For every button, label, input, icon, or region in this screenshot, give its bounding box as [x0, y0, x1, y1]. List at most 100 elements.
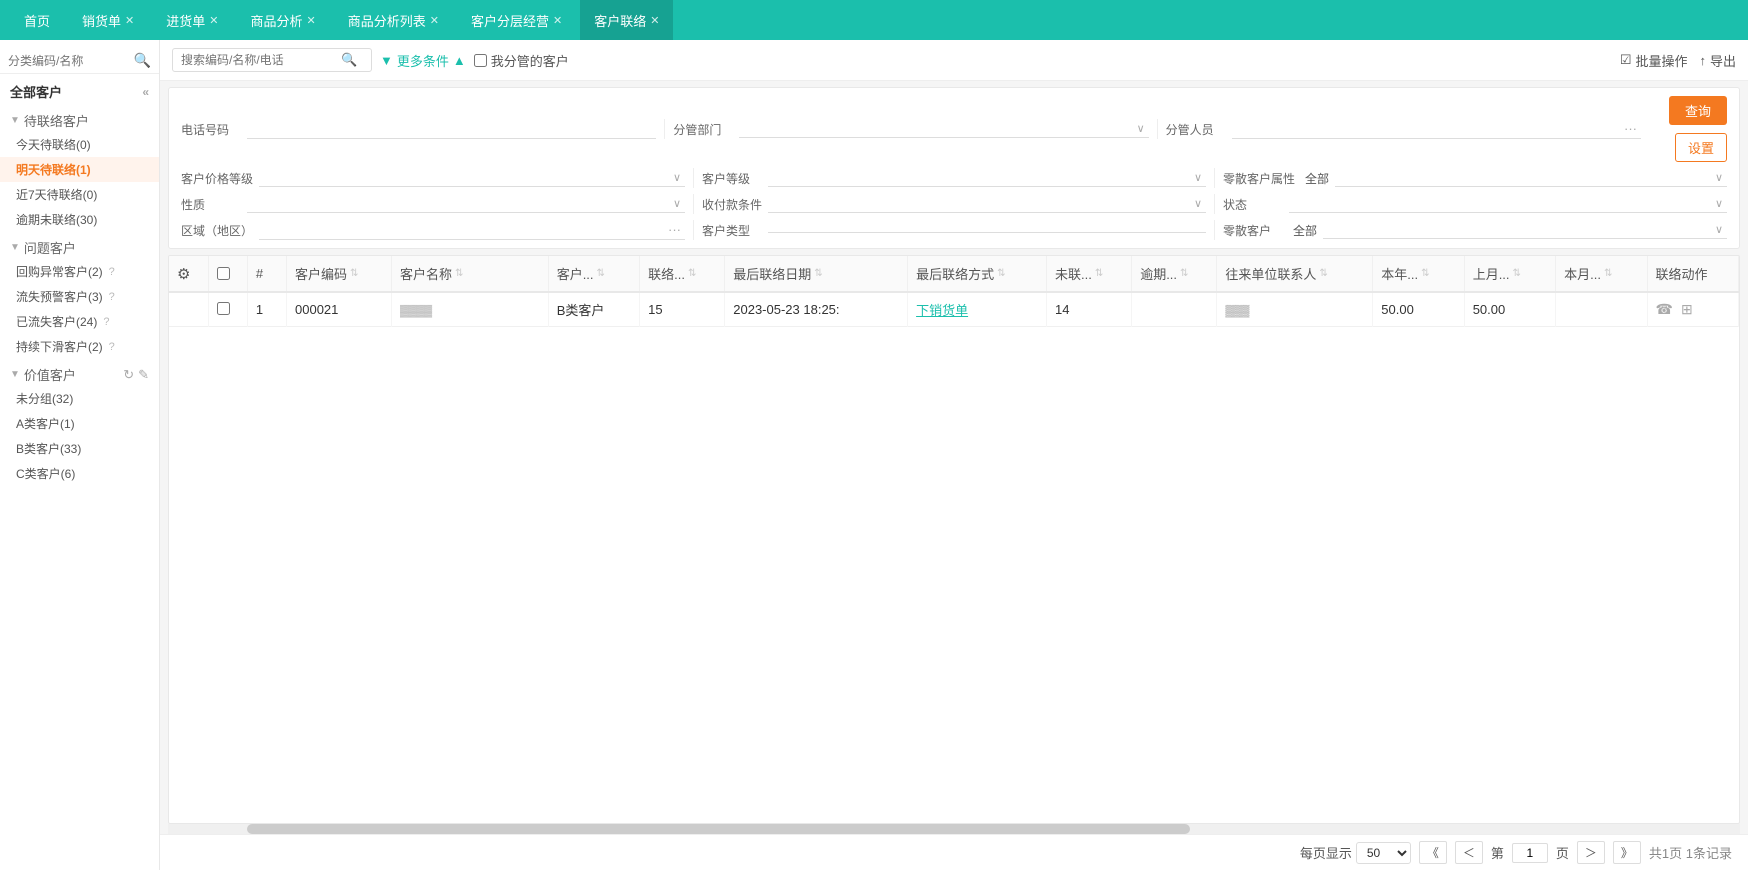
sidebar-item-churn-warning[interactable]: 流失预警客户(3) ?: [0, 284, 159, 309]
edit-icon[interactable]: ✎: [138, 367, 149, 383]
sidebar-item-declining[interactable]: 持续下滑客户(2) ?: [0, 334, 159, 359]
prev-page-btn[interactable]: ＜: [1455, 841, 1483, 864]
sort-contacts-icon[interactable]: ⇅: [688, 268, 696, 279]
col-name[interactable]: 客户名称 ⇅: [392, 256, 549, 292]
table-header-checkbox[interactable]: [217, 267, 230, 280]
filter-phone-input[interactable]: [247, 120, 656, 139]
sort-last-method-icon[interactable]: ⇅: [997, 268, 1005, 279]
page-size-wrap: 每页显示 50 100 200: [1300, 842, 1411, 864]
nav-sales[interactable]: 销货单 ✕: [68, 0, 148, 40]
table-header-row: ⚙ # 客户编码 ⇅ 客户名称 ⇅ 客户... ⇅: [169, 256, 1739, 292]
nav-analysis-list-close[interactable]: ✕: [430, 14, 439, 27]
my-customers-checkbox-wrap[interactable]: 我分管的客户: [474, 51, 569, 70]
col-settings[interactable]: ⚙: [169, 256, 208, 292]
cell-type: B类客户: [548, 292, 639, 327]
sidebar-all-customers[interactable]: 全部客户 «: [0, 78, 159, 105]
filter-dept-select[interactable]: ∨: [739, 120, 1148, 138]
sidebar-search-icon[interactable]: 🔍: [134, 52, 151, 69]
sort-code-icon[interactable]: ⇅: [350, 268, 358, 279]
filter-status-label: 状态: [1223, 196, 1283, 213]
more-conditions-btn[interactable]: ▼ 更多条件 ▲: [380, 51, 466, 70]
col-uncontacted[interactable]: 未联... ⇅: [1047, 256, 1132, 292]
page-input[interactable]: [1512, 843, 1548, 863]
sidebar-item-7days[interactable]: 近7天待联络(0): [0, 182, 159, 207]
col-this-year[interactable]: 本年... ⇅: [1373, 256, 1464, 292]
settings-button[interactable]: 设置: [1675, 133, 1727, 162]
nav-customer-contact[interactable]: 客户联络 ✕: [580, 0, 673, 40]
query-button[interactable]: 查询: [1669, 96, 1727, 125]
search-input[interactable]: [181, 53, 341, 67]
sort-type-icon[interactable]: ⇅: [597, 268, 605, 279]
sort-overdue-icon[interactable]: ⇅: [1180, 268, 1188, 279]
nav-analysis[interactable]: 商品分析 ✕: [236, 0, 329, 40]
sidebar-item-class-a[interactable]: A类客户(1): [0, 411, 159, 436]
col-contacts[interactable]: 联络... ⇅: [640, 256, 725, 292]
filter-price-level-select[interactable]: ∨: [259, 169, 685, 187]
col-last-date[interactable]: 最后联络日期 ⇅: [725, 256, 908, 292]
nav-customer-tier[interactable]: 客户分层经营 ✕: [457, 0, 576, 40]
col-type[interactable]: 客户... ⇅: [548, 256, 639, 292]
phone-action-icon[interactable]: ☎: [1656, 301, 1673, 318]
export-btn[interactable]: ↑ 导出: [1699, 51, 1736, 70]
table-scroll-bar[interactable]: [168, 824, 1740, 834]
refresh-icon[interactable]: ↻: [123, 367, 134, 383]
sidebar-item-ungrouped[interactable]: 未分组(32): [0, 386, 159, 411]
sort-last-date-icon[interactable]: ⇅: [814, 268, 822, 279]
sort-this-year-icon[interactable]: ⇅: [1421, 268, 1429, 279]
sidebar-item-overdue[interactable]: 逾期未联络(30): [0, 207, 159, 232]
page-size-select[interactable]: 50 100 200: [1356, 842, 1411, 864]
sidebar-item-class-c[interactable]: C类客户(6): [0, 461, 159, 486]
sort-last-month-icon[interactable]: ⇅: [1513, 268, 1521, 279]
row-checkbox[interactable]: [217, 302, 230, 315]
table-settings-gear-icon[interactable]: ⚙: [177, 265, 190, 283]
my-customers-checkbox[interactable]: [474, 54, 487, 67]
nav-home[interactable]: 首页: [10, 0, 64, 40]
filter-retail-customer-select[interactable]: ∨: [1323, 221, 1727, 239]
nav-purchase[interactable]: 进货单 ✕: [152, 0, 232, 40]
col-contacts-person[interactable]: 往来单位联系人 ⇅: [1217, 256, 1373, 292]
per-page-label: 每页显示: [1300, 843, 1352, 862]
nav-sales-close[interactable]: ✕: [125, 14, 134, 27]
last-page-btn[interactable]: 》: [1613, 841, 1641, 864]
col-last-month[interactable]: 上月... ⇅: [1464, 256, 1555, 292]
grid-action-icon[interactable]: ⊞: [1681, 301, 1693, 318]
sort-contacts-person-icon[interactable]: ⇅: [1319, 268, 1327, 279]
filter-actions: 查询 设置: [1661, 96, 1727, 162]
sidebar-group-problem[interactable]: ▼ 问题客户: [0, 232, 159, 259]
batch-action-btn[interactable]: ☑ 批量操作: [1620, 51, 1688, 70]
filter-manager-select[interactable]: ···: [1232, 119, 1641, 139]
sidebar-item-class-b[interactable]: B类客户(33): [0, 436, 159, 461]
col-overdue[interactable]: 逾期... ⇅: [1132, 256, 1217, 292]
cell-this-year: 50.00: [1373, 292, 1464, 327]
col-last-method[interactable]: 最后联络方式 ⇅: [908, 256, 1047, 292]
filter-region-select[interactable]: ···: [259, 220, 685, 240]
filter-payment-select[interactable]: ∨: [768, 195, 1206, 213]
search-icon[interactable]: 🔍: [341, 52, 357, 68]
next-page-btn[interactable]: ＞: [1577, 841, 1605, 864]
filter-retail-attr-select[interactable]: ∨: [1335, 169, 1727, 187]
sort-uncontacted-icon[interactable]: ⇅: [1095, 268, 1103, 279]
sort-name-icon[interactable]: ⇅: [455, 268, 463, 279]
filter-nature-select[interactable]: ∨: [247, 195, 685, 213]
nav-analysis-list[interactable]: 商品分析列表 ✕: [334, 0, 453, 40]
nav-customer-contact-close[interactable]: ✕: [650, 14, 659, 27]
cell-action: ☎ ⊞: [1647, 292, 1739, 327]
sidebar-item-today[interactable]: 今天待联络(0): [0, 132, 159, 157]
last-method-link[interactable]: 下销货单: [916, 303, 968, 318]
sidebar-search-input[interactable]: [8, 54, 134, 68]
filter-customer-type-select[interactable]: [768, 228, 1206, 233]
filter-status-select[interactable]: ∨: [1289, 195, 1727, 213]
first-page-btn[interactable]: 《: [1419, 841, 1447, 864]
sort-this-month-icon[interactable]: ⇅: [1604, 268, 1612, 279]
sidebar-item-repurchase-abnormal[interactable]: 回购异常客户(2) ?: [0, 259, 159, 284]
nav-customer-tier-close[interactable]: ✕: [553, 14, 562, 27]
cell-last-method: 下销货单: [908, 292, 1047, 327]
nav-analysis-close[interactable]: ✕: [307, 14, 316, 27]
sidebar-group-pending[interactable]: ▼ 待联络客户: [0, 105, 159, 132]
filter-customer-level-select[interactable]: ∨: [768, 169, 1206, 187]
nav-purchase-close[interactable]: ✕: [209, 14, 218, 27]
sidebar-item-tomorrow[interactable]: 明天待联络(1): [0, 157, 159, 182]
col-code[interactable]: 客户编码 ⇅: [287, 256, 392, 292]
col-this-month[interactable]: 本月... ⇅: [1556, 256, 1647, 292]
sidebar-item-churned[interactable]: 已流失客户(24) ?: [0, 309, 159, 334]
